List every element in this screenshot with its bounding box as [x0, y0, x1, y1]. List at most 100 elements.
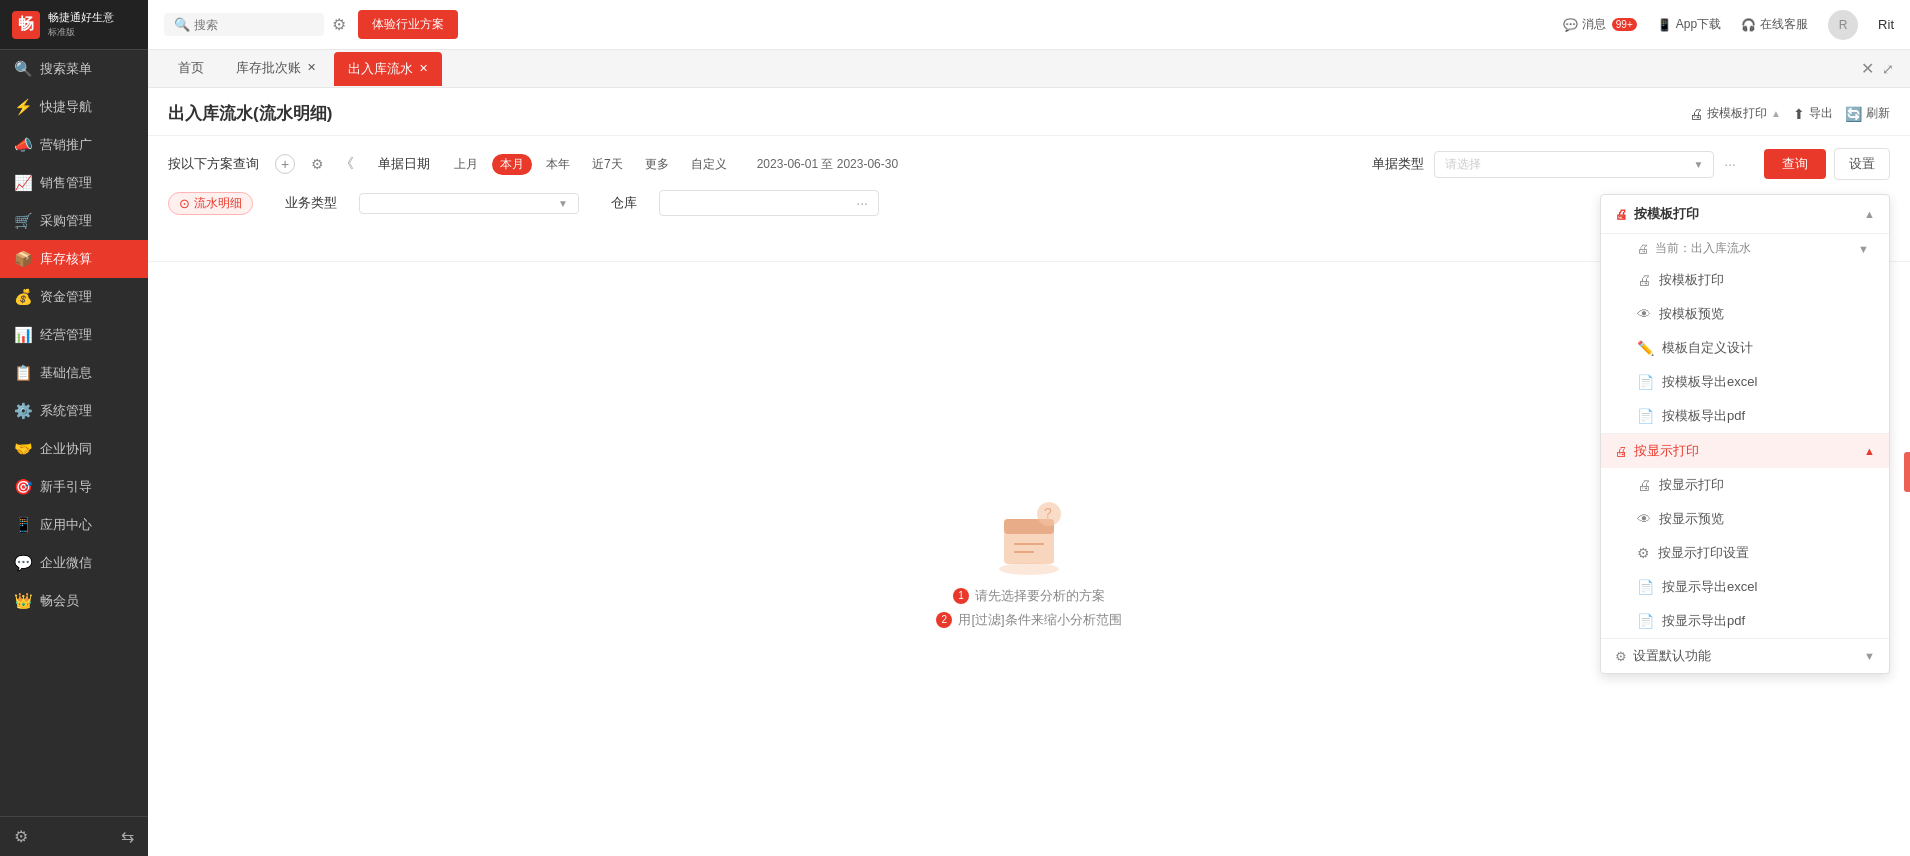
filter-collapse-icon[interactable]: 《 — [340, 155, 354, 173]
dropdown-display-header[interactable]: 🖨 按显示打印 ▲ — [1601, 434, 1889, 468]
messages-button[interactable]: 💬 消息 99+ — [1563, 16, 1637, 33]
sidebar-item-wechat[interactable]: 💬 企业微信 — [0, 544, 148, 582]
basic-icon: 📋 — [14, 364, 32, 382]
refresh-button[interactable]: 🔄 刷新 — [1845, 105, 1890, 122]
display-excel-icon: 📄 — [1637, 579, 1654, 595]
date-opt-more[interactable]: 更多 — [637, 154, 677, 175]
sidebar-item-enterprise[interactable]: 🤝 企业协同 — [0, 430, 148, 468]
tab-expand-icon[interactable]: ⤢ — [1882, 61, 1894, 77]
dropdown-item-display-print[interactable]: 🖨 按显示打印 — [1601, 468, 1889, 502]
template-pdf-icon: 📄 — [1637, 408, 1654, 424]
topbar-search-container[interactable]: 🔍 — [164, 13, 324, 36]
sidebar-item-system[interactable]: ⚙️ 系统管理 — [0, 392, 148, 430]
biztype-select[interactable]: ▼ — [359, 193, 579, 214]
page-header: 出入库流水(流水明细) 🖨 按模板打印 ▲ ⬆ 导出 🔄 刷新 — [148, 88, 1910, 136]
export-button[interactable]: ⬆ 导出 — [1793, 105, 1833, 122]
topbar-gear-icon[interactable]: ⚙ — [332, 15, 346, 34]
print-button[interactable]: 🖨 按模板打印 ▲ — [1689, 105, 1781, 122]
app-download-button[interactable]: 📱 App下载 — [1657, 16, 1721, 33]
tab-bar: 首页 库存批次账 ✕ 出入库流水 ✕ ✕ ⤢ — [148, 50, 1910, 88]
doctype-more-icon[interactable]: ··· — [1724, 156, 1736, 172]
tab-home[interactable]: 首页 — [164, 51, 218, 87]
page-actions: 🖨 按模板打印 ▲ ⬆ 导出 🔄 刷新 — [1689, 105, 1890, 122]
display-settings-icon: ⚙ — [1637, 545, 1650, 561]
warehouse-select[interactable]: ··· — [659, 190, 879, 216]
display-print-icon: 🖨 — [1637, 477, 1651, 493]
sidebar-item-sales[interactable]: 📈 销售管理 — [0, 164, 148, 202]
filter-settings-icon[interactable]: ⚙ — [311, 156, 324, 172]
tab-batch-close[interactable]: ✕ — [307, 61, 316, 74]
sidebar-item-inventory[interactable]: 📦 库存核算 — [0, 240, 148, 278]
dropdown-item-display-excel[interactable]: 📄 按显示导出excel — [1601, 570, 1889, 604]
member-icon: 👑 — [14, 592, 32, 610]
date-label: 单据日期 — [378, 155, 430, 173]
collapse-footer-icon[interactable]: ⇆ — [121, 827, 134, 846]
date-opt-thisyear[interactable]: 本年 — [538, 154, 578, 175]
svg-text:?: ? — [1044, 505, 1052, 521]
online-service-button[interactable]: 🎧 在线客服 — [1741, 16, 1808, 33]
dropdown-footer[interactable]: ⚙ 设置默认功能 ▼ — [1601, 638, 1889, 673]
topbar-search-input[interactable] — [194, 18, 314, 32]
svg-point-0 — [999, 563, 1059, 575]
sidebar-item-quicknav[interactable]: ⚡ 快捷导航 — [0, 88, 148, 126]
tab-flow[interactable]: 出入库流水 ✕ — [334, 52, 442, 86]
dropdown-item-display-settings[interactable]: ⚙ 按显示打印设置 — [1601, 536, 1889, 570]
sidebar-item-search[interactable]: 🔍 搜索菜单 — [0, 50, 148, 88]
tab-batch[interactable]: 库存批次账 ✕ — [222, 51, 330, 87]
settings-footer-icon[interactable]: ⚙ — [14, 827, 28, 846]
sidebar-item-appcenter[interactable]: 📱 应用中心 — [0, 506, 148, 544]
dropdown-item-template-excel[interactable]: 📄 按模板导出excel — [1601, 365, 1889, 399]
date-opt-lastmonth[interactable]: 上月 — [446, 154, 486, 175]
sidebar-item-guide[interactable]: 🎯 新手引导 — [0, 468, 148, 506]
dropdown-item-display-pdf[interactable]: 📄 按显示导出pdf — [1601, 604, 1889, 638]
display-pdf-icon: 📄 — [1637, 613, 1654, 629]
operation-icon: 📊 — [14, 326, 32, 344]
date-opt-thismonth[interactable]: 本月 — [492, 154, 532, 175]
logo-icon: 畅 — [12, 11, 40, 39]
date-options: 上月 本月 本年 近7天 更多 自定义 — [446, 154, 735, 175]
dropdown-item-template-print[interactable]: 🖨 按模板打印 — [1601, 263, 1889, 297]
tab-flow-close[interactable]: ✕ — [419, 62, 428, 75]
flow-tag-icon: ⊙ — [179, 196, 190, 211]
tab-close-all-icon[interactable]: ✕ — [1861, 59, 1874, 78]
dropdown-item-template-design[interactable]: ✏️ 模板自定义设计 — [1601, 331, 1889, 365]
sidebar-item-purchase[interactable]: 🛒 采购管理 — [0, 202, 148, 240]
dropdown-item-template-pdf[interactable]: 📄 按模板导出pdf — [1601, 399, 1889, 433]
avatar[interactable]: R — [1828, 10, 1858, 40]
sidebar-item-operation[interactable]: 📊 经营管理 — [0, 316, 148, 354]
dropdown-item-template-preview[interactable]: 👁 按模板预览 — [1601, 297, 1889, 331]
filter-add-button[interactable]: + — [275, 154, 295, 174]
display-preview-icon: 👁 — [1637, 511, 1651, 527]
sidebar-item-basic[interactable]: 📋 基础信息 — [0, 354, 148, 392]
sidebar-footer: ⚙ ⇆ — [0, 816, 148, 856]
flow-detail-tag[interactable]: ⊙ 流水明细 — [168, 192, 253, 215]
promo-button[interactable]: 体验行业方案 — [358, 10, 458, 39]
filter-row-1: 按以下方案查询 + ⚙ 《 单据日期 上月 本月 本年 近7天 更多 自定义 2… — [168, 148, 1890, 180]
sidebar-item-finance[interactable]: 💰 资金管理 — [0, 278, 148, 316]
system-icon: ⚙️ — [14, 402, 32, 420]
warehouse-more-icon[interactable]: ··· — [856, 195, 868, 211]
footer-settings-icon: ⚙ — [1615, 649, 1627, 664]
filter-right-area: 单据类型 请选择 ▼ ··· — [1372, 151, 1736, 178]
date-opt-custom[interactable]: 自定义 — [683, 154, 735, 175]
doctype-label: 单据类型 — [1372, 155, 1424, 173]
logo-badge: 标准版 — [48, 26, 114, 39]
purchase-icon: 🛒 — [14, 212, 32, 230]
sidebar-item-marketing[interactable]: 📣 营销推广 — [0, 126, 148, 164]
enterprise-icon: 🤝 — [14, 440, 32, 458]
page-content-wrapper: 出入库流水(流水明细) 🖨 按模板打印 ▲ ⬆ 导出 🔄 刷新 — [148, 88, 1910, 856]
template-design-icon: ✏️ — [1637, 340, 1654, 356]
topbar-right: 💬 消息 99+ 📱 App下载 🎧 在线客服 R Rit — [1563, 10, 1894, 40]
refresh-icon: 🔄 — [1845, 106, 1862, 122]
footer-arrow-icon: ▼ — [1864, 650, 1875, 662]
date-opt-7days[interactable]: 近7天 — [584, 154, 631, 175]
sales-icon: 📈 — [14, 174, 32, 192]
doctype-select[interactable]: 请选择 ▼ — [1434, 151, 1714, 178]
sidebar-item-member[interactable]: 👑 畅会员 — [0, 582, 148, 620]
dropdown-collapse-icon[interactable]: ▲ — [1864, 208, 1875, 220]
print-icon: 🖨 — [1689, 106, 1703, 122]
guide-icon: 🎯 — [14, 478, 32, 496]
dropdown-item-display-preview[interactable]: 👁 按显示预览 — [1601, 502, 1889, 536]
query-button[interactable]: 查询 — [1764, 149, 1826, 179]
setting-button[interactable]: 设置 — [1834, 148, 1890, 180]
